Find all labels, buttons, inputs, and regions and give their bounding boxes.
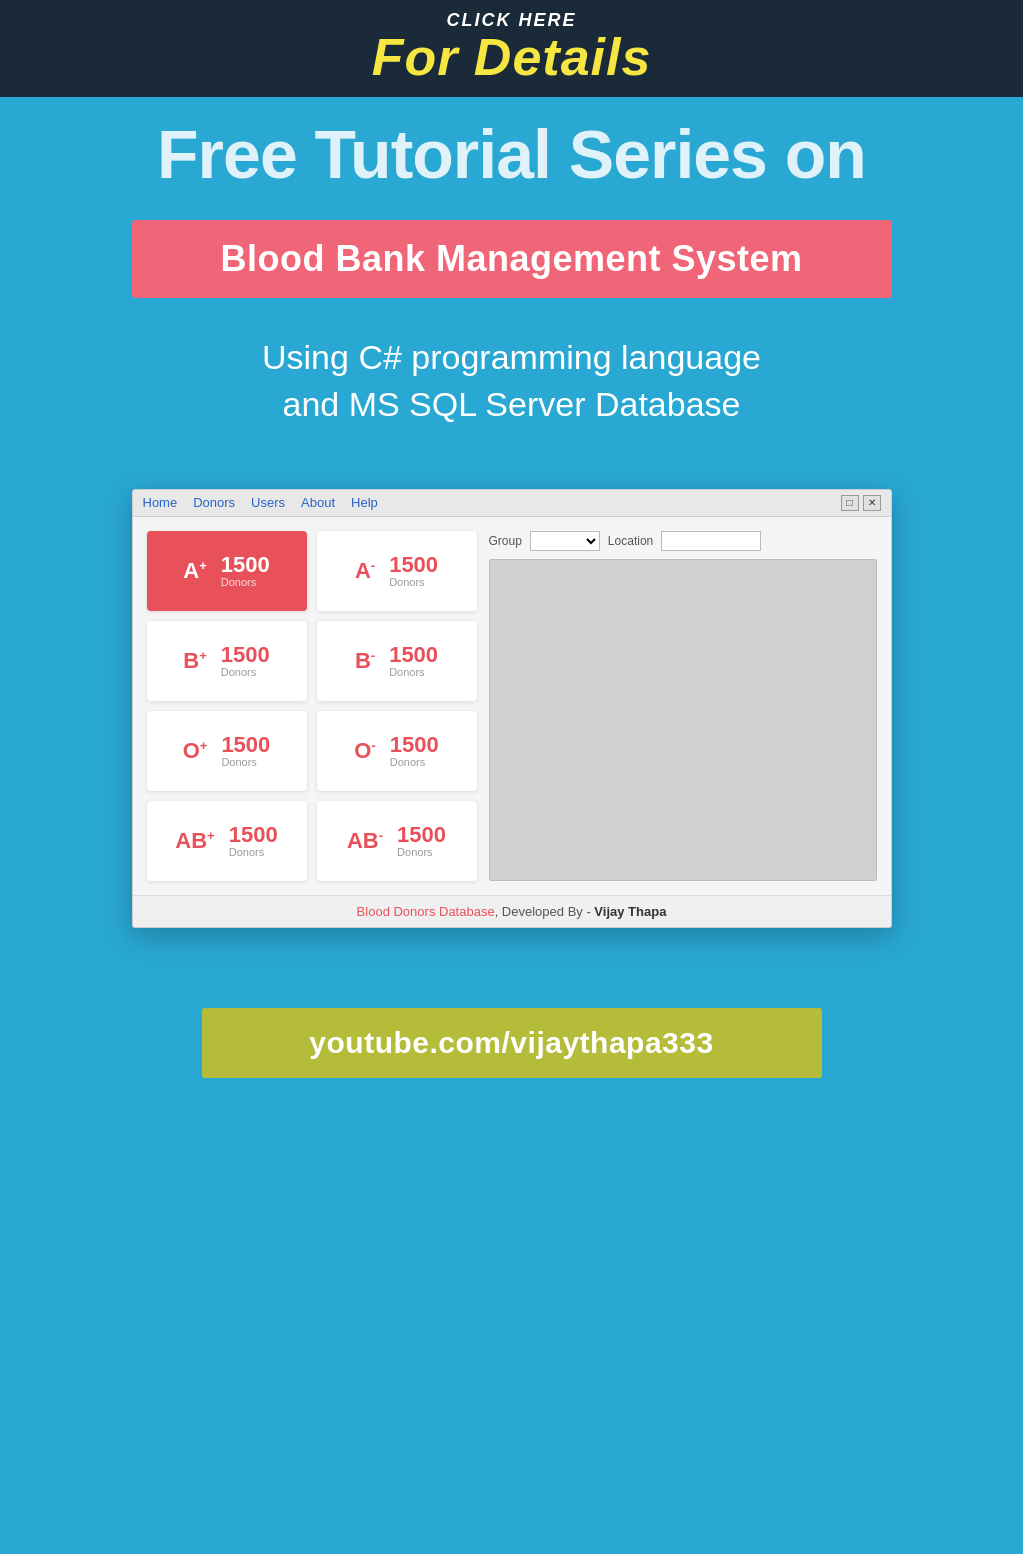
blood-card-aplus[interactable]: A+ 1500 Donors (147, 531, 307, 611)
minimize-button[interactable]: □ (841, 495, 859, 511)
blood-count-bplus: 1500 (221, 644, 270, 666)
blood-count-aplus: 1500 (221, 554, 270, 576)
blood-label-aminus: Donors (389, 576, 424, 588)
right-panel: Group Location (489, 531, 877, 881)
footer-part1: Blood Donors Database (357, 904, 495, 919)
youtube-url: youtube.com/vijaythapa333 (309, 1026, 713, 1059)
blood-label-abplus: Donors (229, 846, 264, 858)
blood-type-bplus: B+ (183, 648, 206, 674)
blood-bank-box: Blood Bank Management System (132, 220, 892, 298)
app-window: Home Donors Users About Help □ ✕ A+ 1500 (132, 489, 892, 928)
window-menubar: Home Donors Users About Help □ ✕ (133, 490, 891, 517)
blood-card-oplus[interactable]: O+ 1500 Donors (147, 711, 307, 791)
menu-about[interactable]: About (301, 495, 335, 510)
blood-card-bminus[interactable]: B- 1500 Donors (317, 621, 477, 701)
blood-card-abminus[interactable]: AB- 1500 Donors (317, 801, 477, 881)
window-body: A+ 1500 Donors A- 1500 Donors B+ (133, 517, 891, 895)
menu-help[interactable]: Help (351, 495, 378, 510)
data-area (489, 559, 877, 881)
window-footer: Blood Donors Database, Developed By - Vi… (133, 895, 891, 927)
blood-count-abminus: 1500 (397, 824, 446, 846)
blood-card-aminus[interactable]: A- 1500 Donors (317, 531, 477, 611)
blood-group-grid: A+ 1500 Donors A- 1500 Donors B+ (147, 531, 477, 881)
window-controls: □ ✕ (841, 495, 881, 511)
filter-row: Group Location (489, 531, 877, 551)
group-label: Group (489, 534, 522, 548)
youtube-banner[interactable]: youtube.com/vijaythapa333 (202, 1008, 822, 1078)
blood-type-aplus: A+ (183, 558, 206, 584)
menu-users[interactable]: Users (251, 495, 285, 510)
blood-count-ominus: 1500 (390, 734, 439, 756)
app-window-wrapper: Home Donors Users About Help □ ✕ A+ 1500 (132, 489, 892, 928)
menu-items: Home Donors Users About Help (143, 495, 378, 510)
blood-label-aplus: Donors (221, 576, 256, 588)
top-banner[interactable]: CLICK HERE For Details (0, 0, 1023, 97)
menu-donors[interactable]: Donors (193, 495, 235, 510)
blood-count-abplus: 1500 (229, 824, 278, 846)
blood-label-bminus: Donors (389, 666, 424, 678)
blood-label-oplus: Donors (221, 756, 256, 768)
for-details-text: For Details (0, 31, 1023, 83)
location-input[interactable] (661, 531, 761, 551)
blood-count-oplus: 1500 (221, 734, 270, 756)
blood-bank-title: Blood Bank Management System (220, 238, 802, 279)
free-tutorial-heading: Free Tutorial Series on (0, 97, 1023, 192)
blood-label-ominus: Donors (390, 756, 425, 768)
blood-count-aminus: 1500 (389, 554, 438, 576)
blood-label-bplus: Donors (221, 666, 256, 678)
close-button[interactable]: ✕ (863, 495, 881, 511)
group-select[interactable] (530, 531, 600, 551)
blood-type-abplus: AB+ (175, 828, 214, 854)
subtitle-line1: Using C# programming language (262, 338, 761, 376)
menu-home[interactable]: Home (143, 495, 178, 510)
subtitle: Using C# programming language and MS SQL… (0, 298, 1023, 429)
blood-card-abplus[interactable]: AB+ 1500 Donors (147, 801, 307, 881)
blood-label-abminus: Donors (397, 846, 432, 858)
footer-part2: , Developed By - (495, 904, 595, 919)
blood-card-bplus[interactable]: B+ 1500 Donors (147, 621, 307, 701)
subtitle-line2: and MS SQL Server Database (283, 385, 741, 423)
blood-card-ominus[interactable]: O- 1500 Donors (317, 711, 477, 791)
blood-type-abminus: AB- (347, 828, 383, 854)
blood-type-oplus: O+ (183, 738, 208, 764)
blood-type-bminus: B- (355, 648, 375, 674)
blood-count-bminus: 1500 (389, 644, 438, 666)
footer-part3: Vijay Thapa (594, 904, 666, 919)
location-label: Location (608, 534, 653, 548)
blood-type-aminus: A- (355, 558, 375, 584)
blood-type-ominus: O- (354, 738, 375, 764)
